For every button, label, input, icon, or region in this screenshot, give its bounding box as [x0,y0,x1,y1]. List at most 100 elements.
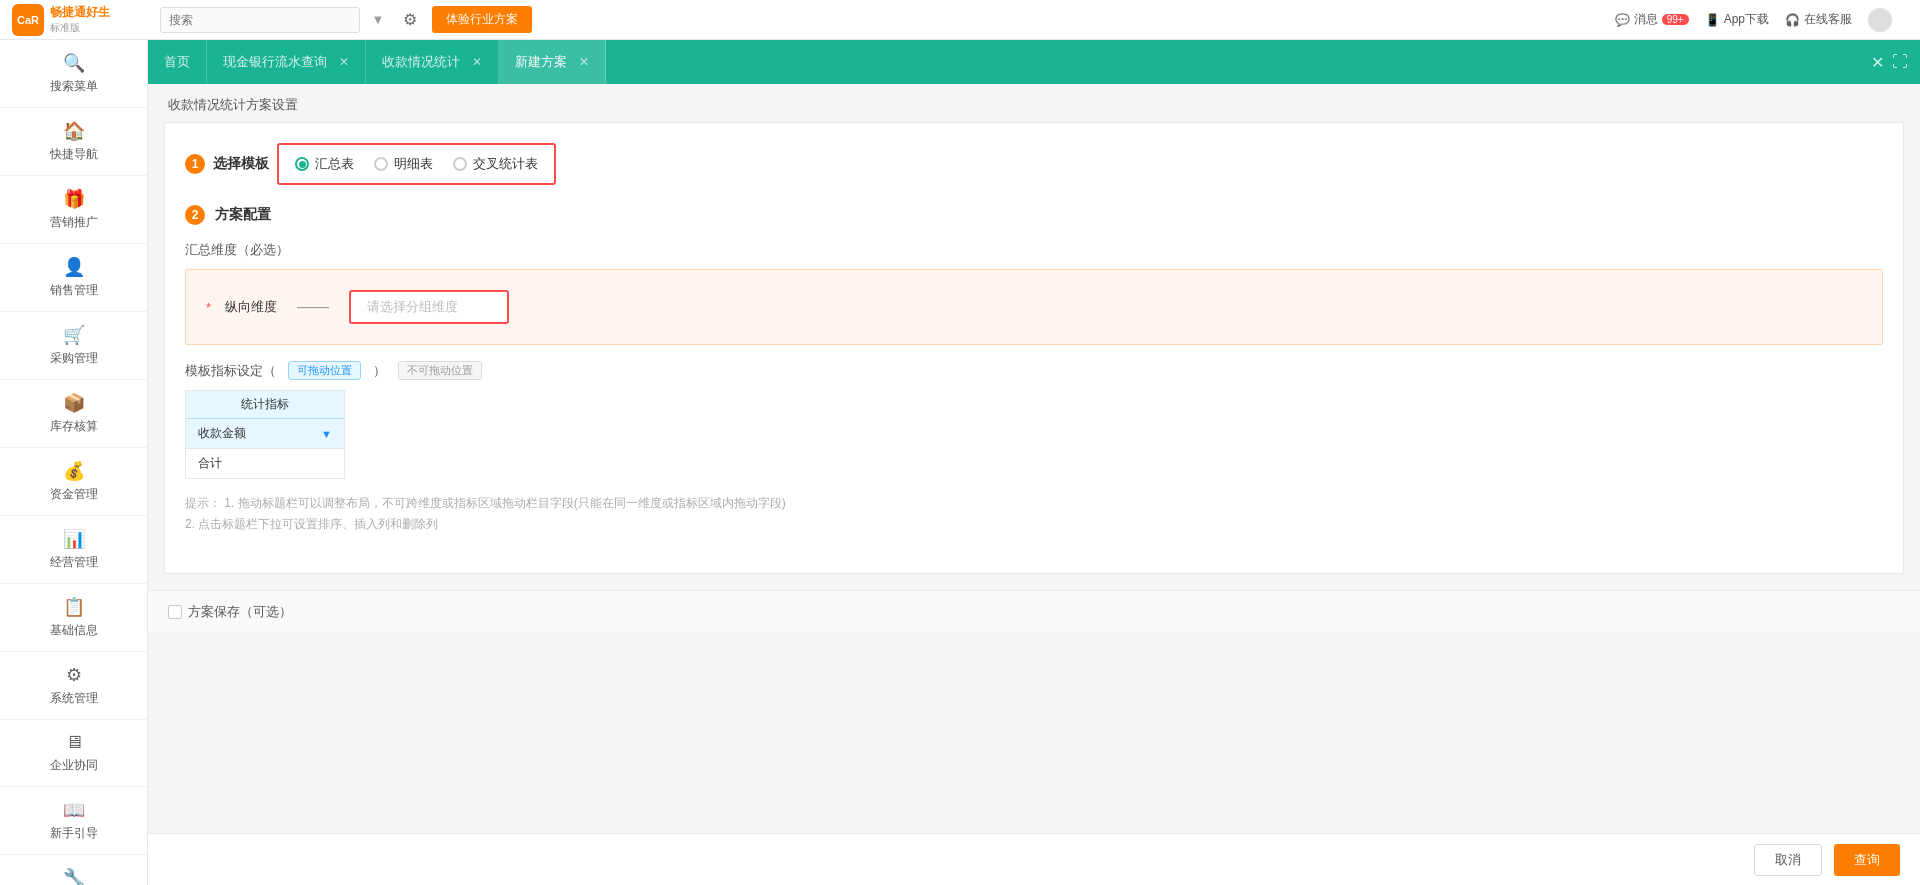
logo-abbr: CaR [17,14,39,26]
app-download-button[interactable]: 📱 App下载 [1705,11,1769,28]
message-label: 消息 [1634,11,1658,28]
tab-newplan-close[interactable]: ✕ [579,55,589,69]
message-icon: 💬 [1615,13,1630,27]
cancel-button[interactable]: 取消 [1754,844,1822,876]
unmovable-tag: 不可拖动位置 [398,361,482,380]
sidebar-item-guide[interactable]: 📖 新手引导 [0,787,147,855]
gift-icon: 🎁 [63,188,85,210]
step1-section: 1 选择模板 汇总表 明细表 [185,143,1883,185]
logo-sub: 标准版 [50,21,110,35]
book-icon: 📖 [63,799,85,821]
metrics-dropdown-icon[interactable]: ▼ [321,428,332,440]
tab-receipt-close[interactable]: ✕ [472,55,482,69]
vertical-dim-label: 纵向维度 [225,298,277,316]
dimension-select[interactable]: 请选择分组维度 [349,290,509,324]
form-card: 1 选择模板 汇总表 明细表 [164,122,1904,574]
step2-title: 方案配置 [215,206,271,224]
required-mark: * [206,300,211,315]
step1-number: 1 [185,154,205,174]
sidebar-item-basicinfo[interactable]: 📋 基础信息 [0,584,147,652]
service-label: 在线客服 [1804,11,1852,28]
page-content: 收款情况统计方案设置 1 选择模板 汇总表 [148,84,1920,833]
download-label: App下载 [1724,11,1769,28]
user-icon: 👤 [63,256,85,278]
breadcrumb: 收款情况统计方案设置 [168,97,298,112]
tab-home-label: 首页 [164,53,190,71]
sidebar-item-sales[interactable]: 👤 销售管理 [0,244,147,312]
search-dropdown-icon[interactable]: ▼ [368,7,388,33]
radio-summary-label: 汇总表 [315,155,354,173]
query-button[interactable]: 查询 [1834,844,1900,876]
tab-maximize-icon[interactable]: ⛶ [1892,53,1908,71]
sidebar-item-label: 资金管理 [50,486,98,503]
money-icon: 💰 [63,460,85,482]
radio-summary[interactable]: 汇总表 [295,155,354,173]
logo-text: 畅捷通好生 [50,4,110,21]
sidebar-item-label: 基础信息 [50,622,98,639]
sidebar-item-finance[interactable]: 💰 资金管理 [0,448,147,516]
metrics-row-label: 合计 [198,456,222,470]
step2-header: 2 方案配置 [185,205,1883,225]
list-icon: 📋 [63,596,85,618]
tab-cashflow-close[interactable]: ✕ [339,55,349,69]
tab-bar: 首页 现金银行流水查询 ✕ 收款情况统计 ✕ 新建方案 ✕ ✕ ⛶ [148,40,1920,84]
sidebar-item-label: 采购管理 [50,350,98,367]
sidebar-item-label: 快捷导航 [50,146,98,163]
sidebar-item-nav[interactable]: 🏠 快捷导航 [0,108,147,176]
metrics-col-label: 收款金额 [198,425,246,442]
save-checkbox[interactable] [168,605,182,619]
radio-cross-circle[interactable] [453,157,467,171]
sidebar: 🔍 搜索菜单 🏠 快捷导航 🎁 营销推广 👤 销售管理 🛒 采购管理 📦 库存核… [0,40,148,885]
sidebar-item-label: 销售管理 [50,282,98,299]
sidebar-item-system[interactable]: ⚙ 系统管理 [0,652,147,720]
sidebar-item-corp[interactable]: 🖥 企业协同 [0,720,147,787]
gear-icon[interactable]: ⚙ [396,6,424,34]
dimension-area: * 纵向维度 —— 请选择分组维度 [185,269,1883,345]
sidebar-item-inventory[interactable]: 📦 库存核算 [0,380,147,448]
avatar [1868,8,1892,32]
settings-icon: ⚙ [66,664,82,686]
search-icon: 🔍 [63,52,85,74]
sidebar-item-search[interactable]: 🔍 搜索菜单 [0,40,147,108]
tab-home[interactable]: 首页 [148,40,207,84]
save-section: 方案保存（可选） [148,590,1920,633]
cart-icon: 🛒 [63,324,85,346]
service-icon: 🎧 [1785,13,1800,27]
metrics-table: 统计指标 收款金额 ▼ 合计 [185,390,345,479]
search-input[interactable] [160,7,360,33]
tab-close-all-icon[interactable]: ✕ [1871,53,1884,72]
box-icon: 📦 [63,392,85,414]
tip-2: 2. 点击标题栏下拉可设置排序、插入列和删除列 [185,516,1883,533]
metrics-col-header: 收款金额 ▼ [186,419,344,449]
sidebar-item-hardware[interactable]: 🔧 智能硬件 [0,855,147,885]
tab-receipt[interactable]: 收款情况统计 ✕ [366,40,499,84]
radio-summary-circle[interactable] [295,157,309,171]
save-checkbox-text: 方案保存（可选） [188,603,292,621]
radio-cross[interactable]: 交叉统计表 [453,155,538,173]
radio-detail-circle[interactable] [374,157,388,171]
step2-number: 2 [185,205,205,225]
sidebar-item-label: 系统管理 [50,690,98,707]
monitor-icon: 🖥 [65,732,83,753]
tab-newplan[interactable]: 新建方案 ✕ [499,40,606,84]
save-checkbox-label[interactable]: 方案保存（可选） [168,603,292,621]
tab-receipt-label: 收款情况统计 [382,53,460,71]
message-button[interactable]: 💬 消息 99+ [1615,11,1689,28]
dimension-label: 汇总维度（必选） [185,241,1883,259]
sidebar-item-management[interactable]: 📊 经营管理 [0,516,147,584]
service-button[interactable]: 🎧 在线客服 [1785,11,1852,28]
sidebar-item-purchase[interactable]: 🛒 采购管理 [0,312,147,380]
radio-detail[interactable]: 明细表 [374,155,433,173]
tip-1: 提示： 1. 拖动标题栏可以调整布局，不可跨维度或指标区域拖动栏目字段(只能在同… [185,495,1883,512]
logo: CaR 畅捷通好生 标准版 [12,4,152,36]
sidebar-item-label: 新手引导 [50,825,98,842]
step2-section: 2 方案配置 汇总维度（必选） * 纵向维度 —— 请选择分组维度 [185,205,1883,533]
arrow-icon: —— [297,298,329,316]
sidebar-item-label: 企业协同 [50,757,98,774]
page-header: 收款情况统计方案设置 [148,84,1920,122]
sidebar-item-marketing[interactable]: 🎁 营销推广 [0,176,147,244]
chart-icon: 📊 [63,528,85,550]
tab-cashflow[interactable]: 现金银行流水查询 ✕ [207,40,366,84]
trial-button[interactable]: 体验行业方案 [432,6,532,33]
metrics-section-header: 统计指标 [186,391,344,419]
